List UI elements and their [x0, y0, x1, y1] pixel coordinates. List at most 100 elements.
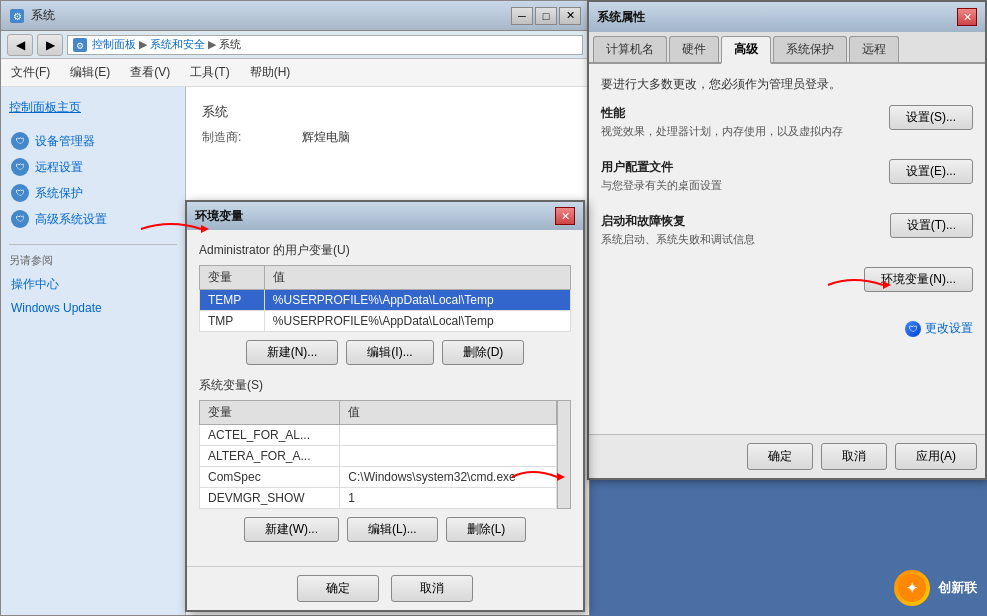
- envvar-close-btn[interactable]: ✕: [555, 207, 575, 225]
- shield-icon-1: 🛡: [11, 132, 29, 150]
- sidebar-item-windows-update[interactable]: Windows Update: [9, 297, 177, 319]
- toolbar-tools[interactable]: 工具(T): [186, 62, 233, 83]
- tab-computer-name[interactable]: 计算机名: [593, 36, 667, 62]
- envvar-sys-row-2[interactable]: ComSpec C:\Windows\system32\cmd.exe: [200, 467, 557, 488]
- sp-userprofile-btn[interactable]: 设置(E)...: [889, 159, 973, 184]
- sysprop-window: 系统属性 ✕ 计算机名 硬件 高级 系统保护 远程 要进行大多数更改，您必须作为…: [587, 0, 987, 480]
- envvar-sys-delete-btn[interactable]: 删除(L): [446, 517, 527, 542]
- cp-minimize-btn[interactable]: ─: [511, 7, 533, 25]
- sys-table-wrapper: 变量 值 ACTEL_FOR_AL... ALTERA_FOR_A... Com…: [199, 400, 571, 509]
- sysprop-content: 要进行大多数更改，您必须作为管理员登录。 设置(S)... 性能 视觉效果，处理…: [589, 64, 985, 434]
- shield-icon-3: 🛡: [11, 184, 29, 202]
- envvar-sys-val-0: [340, 425, 557, 446]
- sidebar-main-link[interactable]: 控制面板主页: [9, 95, 177, 120]
- sidebar-label-protection: 系统保护: [35, 185, 83, 202]
- sidebar-bottom: 另请参阅 操作中心 Windows Update: [9, 253, 177, 319]
- tab-system-protection[interactable]: 系统保护: [773, 36, 847, 62]
- envvar-user-new-btn[interactable]: 新建(N)...: [246, 340, 339, 365]
- envvar-footer: 确定 取消: [187, 566, 583, 610]
- envvar-sys-var-0: ACTEL_FOR_AL...: [200, 425, 340, 446]
- sidebar-label-advanced: 高级系统设置: [35, 211, 107, 228]
- envvar-sys-new-btn[interactable]: 新建(W)...: [244, 517, 339, 542]
- envvar-user-row-tmp[interactable]: TMP %USERPROFILE%\AppData\Local\Temp: [200, 311, 571, 332]
- envvar-user-val-tmp: %USERPROFILE%\AppData\Local\Temp: [264, 311, 570, 332]
- envvar-user-col-var: 变量: [200, 266, 265, 290]
- sidebar-label-device: 设备管理器: [35, 133, 95, 150]
- envvar-sys-val-1: [340, 446, 557, 467]
- system-section-title: 系统: [202, 103, 573, 121]
- sysprop-cancel-btn[interactable]: 取消: [821, 443, 887, 470]
- cp-toolbar: 文件(F) 编辑(E) 查看(V) 工具(T) 帮助(H): [1, 59, 589, 87]
- sysprop-close-btn[interactable]: ✕: [957, 8, 977, 26]
- envvar-user-val-temp: %USERPROFILE%\AppData\Local\Temp: [264, 290, 570, 311]
- envvar-ok-btn[interactable]: 确定: [297, 575, 379, 602]
- toolbar-edit[interactable]: 编辑(E): [66, 62, 114, 83]
- envvar-title: 环境变量: [195, 208, 555, 225]
- sp-performance-btn[interactable]: 设置(S)...: [889, 105, 973, 130]
- sysprop-titlebar: 系统属性 ✕: [589, 2, 985, 32]
- nav-path-system: 系统: [219, 37, 241, 52]
- sidebar-item-advanced[interactable]: 🛡 高级系统设置: [9, 206, 177, 232]
- sidebar-item-protection[interactable]: 🛡 系统保护: [9, 180, 177, 206]
- svg-text:✦: ✦: [906, 580, 918, 596]
- sys-scrollbar[interactable]: [557, 400, 571, 509]
- env-var-row: 环境变量(N)...: [601, 267, 973, 292]
- cp-title-buttons: ─ □ ✕: [511, 7, 581, 25]
- envvar-sys-edit-btn[interactable]: 编辑(L)...: [347, 517, 438, 542]
- sidebar-divider: [9, 244, 177, 245]
- sp-startup-btn[interactable]: 设置(T)...: [890, 213, 973, 238]
- nav-path-cp[interactable]: 控制面板: [92, 37, 136, 52]
- envvar-user-col-val: 值: [264, 266, 570, 290]
- envvar-sys-var-3: DEVMGR_SHOW: [200, 488, 340, 509]
- envvar-cancel-btn[interactable]: 取消: [391, 575, 473, 602]
- envvar-dialog: 环境变量 ✕ Administrator 的用户变量(U) 变量 值 TEMP …: [185, 200, 585, 612]
- envvar-titlebar: 环境变量 ✕: [187, 202, 583, 230]
- tab-advanced[interactable]: 高级: [721, 36, 771, 64]
- envvar-user-table: 变量 值 TEMP %USERPROFILE%\AppData\Local\Te…: [199, 265, 571, 332]
- manufacturer-value: 辉煌电脑: [302, 129, 350, 146]
- sidebar-item-device-manager[interactable]: 🛡 设备管理器: [9, 128, 177, 154]
- sidebar-section: 🛡 设备管理器 🛡 远程设置 🛡 系统保护 🛡 高级系统设置: [9, 128, 177, 232]
- change-settings-row: 🛡 更改设置: [601, 312, 973, 337]
- envvar-user-delete-btn[interactable]: 删除(D): [442, 340, 525, 365]
- tab-remote[interactable]: 远程: [849, 36, 899, 62]
- envvar-user-row-temp[interactable]: TEMP %USERPROFILE%\AppData\Local\Temp: [200, 290, 571, 311]
- envvar-user-var-temp: TEMP: [200, 290, 265, 311]
- back-button[interactable]: ◀: [7, 34, 33, 56]
- env-var-btn[interactable]: 环境变量(N)...: [864, 267, 973, 292]
- cp-maximize-btn[interactable]: □: [535, 7, 557, 25]
- logo-icon: ✦: [894, 570, 930, 606]
- envvar-sys-row-3[interactable]: DEVMGR_SHOW 1: [200, 488, 557, 509]
- manufacturer-label: 制造商:: [202, 129, 282, 146]
- toolbar-file[interactable]: 文件(F): [7, 62, 54, 83]
- envvar-body: Administrator 的用户变量(U) 变量 值 TEMP %USERPR…: [187, 230, 583, 566]
- logo-area: ✦ 创新联: [894, 570, 977, 606]
- sysprop-footer: 确定 取消 应用(A): [589, 434, 985, 478]
- change-settings-label: 更改设置: [925, 320, 973, 337]
- nav-path-security[interactable]: 系统和安全: [150, 37, 205, 52]
- svg-text:⚙: ⚙: [13, 11, 22, 22]
- shield-icon-4: 🛡: [11, 210, 29, 228]
- sidebar-item-action-center[interactable]: 操作中心: [9, 272, 177, 297]
- toolbar-view[interactable]: 查看(V): [126, 62, 174, 83]
- envvar-sys-row-0[interactable]: ACTEL_FOR_AL...: [200, 425, 557, 446]
- sp-section-startup: 设置(T)... 启动和故障恢复 系统启动、系统失败和调试信息: [601, 213, 973, 253]
- envvar-user-edit-btn[interactable]: 编辑(I)...: [346, 340, 433, 365]
- sysprop-apply-btn[interactable]: 应用(A): [895, 443, 977, 470]
- change-settings-link[interactable]: 🛡 更改设置: [905, 320, 973, 337]
- sysprop-ok-btn[interactable]: 确定: [747, 443, 813, 470]
- sidebar-item-remote[interactable]: 🛡 远程设置: [9, 154, 177, 180]
- nav-path: ⚙ 控制面板 ▶ 系统和安全 ▶ 系统: [67, 35, 583, 55]
- toolbar-help[interactable]: 帮助(H): [246, 62, 295, 83]
- cp-close-btn[interactable]: ✕: [559, 7, 581, 25]
- forward-button[interactable]: ▶: [37, 34, 63, 56]
- shield-icon-2: 🛡: [11, 158, 29, 176]
- envvar-sys-col-val: 值: [340, 401, 557, 425]
- sysprop-tabs: 计算机名 硬件 高级 系统保护 远程: [589, 32, 985, 64]
- cp-titlebar: ⚙ 系统 ─ □ ✕: [1, 1, 589, 31]
- envvar-sys-val-3: 1: [340, 488, 557, 509]
- envvar-sys-title: 系统变量(S): [199, 377, 571, 394]
- envvar-sys-row-1[interactable]: ALTERA_FOR_A...: [200, 446, 557, 467]
- envvar-sys-col-var: 变量: [200, 401, 340, 425]
- tab-hardware[interactable]: 硬件: [669, 36, 719, 62]
